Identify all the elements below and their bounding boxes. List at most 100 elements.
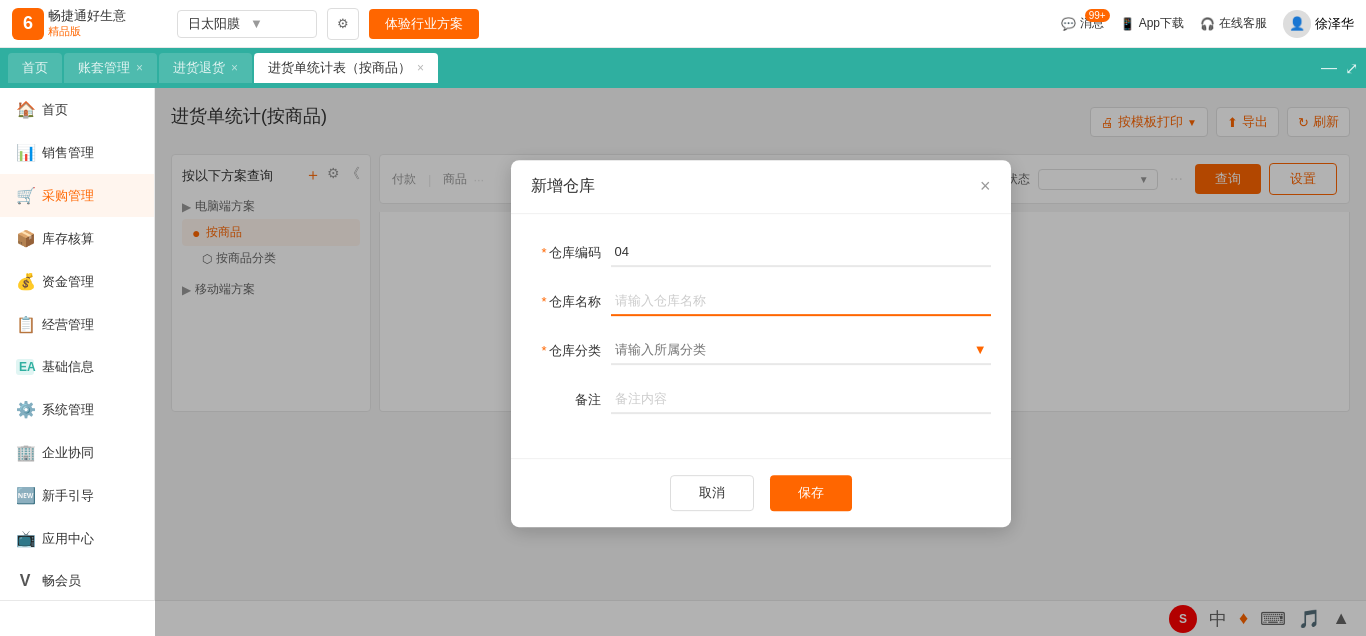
message-icon: 💬 (1061, 17, 1076, 31)
sidebar-finance-label: 资金管理 (42, 273, 94, 291)
logo-main: 畅捷通好生意 (48, 8, 126, 25)
sidebar-member-label: 畅会员 (42, 572, 81, 590)
logo-icon: 6 (12, 8, 44, 40)
logo-text: 畅捷通好生意 精品版 (48, 8, 126, 40)
sidebar-item-operations[interactable]: 📋 经营管理 (0, 303, 154, 346)
sidebar-beginner-label: 新手引导 (42, 487, 94, 505)
app-center-icon: 📺 (16, 529, 34, 548)
basic-info-icon: EA (16, 359, 34, 375)
code-label: *仓库编码 (531, 244, 611, 262)
sidebar-item-beginner[interactable]: 🆕 新手引导 (0, 474, 154, 517)
new-warehouse-modal: 新增仓库 × *仓库编码 *仓库名称 (511, 160, 1011, 527)
tab-purchase-return-label: 进货退货 (173, 59, 225, 77)
sidebar-item-basic-info[interactable]: EA 基础信息 (0, 346, 154, 388)
store-selector[interactable]: 日太阳膜 ▼ (177, 10, 317, 38)
tab-purchase-stats[interactable]: 进货单统计表（按商品） × (254, 53, 438, 83)
system-icon: ⚙️ (16, 400, 34, 419)
sidebar-purchase-label: 采购管理 (42, 187, 94, 205)
app-label: App下载 (1139, 15, 1184, 32)
sidebar-operations-label: 经营管理 (42, 316, 94, 334)
form-row-category: *仓库分类 ▼ (531, 336, 991, 365)
tab-accounts[interactable]: 账套管理 × (64, 53, 157, 83)
required-star-category: * (541, 343, 546, 358)
sidebar-sales-label: 销售管理 (42, 144, 94, 162)
sidebar-item-app-center[interactable]: 📺 应用中心 (0, 517, 154, 560)
modal-title: 新增仓库 (531, 176, 595, 197)
sidebar-home-label: 首页 (42, 101, 68, 119)
sidebar-inventory-label: 库存核算 (42, 230, 94, 248)
messages-badge: 99+ (1085, 9, 1110, 22)
avatar: 👤 (1283, 10, 1311, 38)
beginner-icon: 🆕 (16, 486, 34, 505)
category-input[interactable] (615, 342, 974, 357)
user-area[interactable]: 👤 徐泽华 (1283, 10, 1354, 38)
sidebar-item-inventory[interactable]: 📦 库存核算 (0, 217, 154, 260)
sidebar-item-home[interactable]: 🏠 首页 (0, 88, 154, 131)
headset-icon: 🎧 (1200, 17, 1215, 31)
logo-area: 6 畅捷通好生意 精品版 (12, 8, 167, 40)
form-row-note: 备注 (531, 385, 991, 414)
tab-bar-controls: — ⤢ (1321, 59, 1358, 78)
required-star-name: * (541, 294, 546, 309)
tab-purchase-return-close[interactable]: × (231, 61, 238, 75)
content-area: 进货单统计(按商品) 🖨 按模板打印 ▼ ⬆ 导出 ↻ 刷新 (155, 88, 1366, 636)
service-label: 在线客服 (1219, 15, 1267, 32)
sidebar-item-finance[interactable]: 💰 资金管理 (0, 260, 154, 303)
tab-purchase-stats-label: 进货单统计表（按商品） (268, 59, 411, 77)
category-select[interactable]: ▼ (611, 336, 991, 365)
store-name: 日太阳膜 (188, 15, 244, 33)
sidebar-item-member[interactable]: V 畅会员 (0, 560, 154, 602)
sidebar-item-enterprise[interactable]: 🏢 企业协同 (0, 431, 154, 474)
modal-close-icon[interactable]: × (980, 176, 991, 197)
form-row-name: *仓库名称 (531, 287, 991, 316)
cancel-button[interactable]: 取消 (670, 475, 754, 511)
sidebar-basic-info-label: 基础信息 (42, 358, 94, 376)
tab-home[interactable]: 首页 (8, 53, 62, 83)
app-download-item[interactable]: 📱 App下载 (1120, 15, 1184, 32)
tab-purchase-return[interactable]: 进货退货 × (159, 53, 252, 83)
messages-item[interactable]: 💬 消息 99+ (1061, 15, 1104, 32)
tab-minimize-icon[interactable]: — (1321, 59, 1337, 77)
tab-accounts-label: 账套管理 (78, 59, 130, 77)
sidebar-item-sales[interactable]: 📊 销售管理 (0, 131, 154, 174)
finance-icon: 💰 (16, 272, 34, 291)
tab-purchase-stats-close[interactable]: × (417, 61, 424, 75)
modal-footer: 取消 保存 (511, 458, 1011, 527)
sidebar-item-purchase[interactable]: 🛒 采购管理 (0, 174, 154, 217)
enterprise-icon: 🏢 (16, 443, 34, 462)
tab-home-label: 首页 (22, 59, 48, 77)
code-input[interactable] (611, 238, 991, 267)
sidebar-enterprise-label: 企业协同 (42, 444, 94, 462)
sidebar: 🏠 首页 📊 销售管理 🛒 采购管理 📦 库存核算 💰 资金管理 📋 经营管理 … (0, 88, 155, 636)
category-dropdown-arrow: ▼ (974, 342, 987, 357)
form-row-code: *仓库编码 (531, 238, 991, 267)
note-input[interactable] (611, 385, 991, 414)
sidebar-system-label: 系统管理 (42, 401, 94, 419)
home-icon: 🏠 (16, 100, 34, 119)
save-button[interactable]: 保存 (770, 475, 852, 511)
name-input[interactable] (611, 287, 991, 316)
sidebar-item-system[interactable]: ⚙️ 系统管理 (0, 388, 154, 431)
tab-bar: 首页 账套管理 × 进货退货 × 进货单统计表（按商品） × — ⤢ (0, 48, 1366, 88)
inventory-icon: 📦 (16, 229, 34, 248)
category-label: *仓库分类 (531, 342, 611, 360)
sales-icon: 📊 (16, 143, 34, 162)
note-label: 备注 (531, 391, 611, 409)
operations-icon: 📋 (16, 315, 34, 334)
sidebar-app-center-label: 应用中心 (42, 530, 94, 548)
tab-expand-icon[interactable]: ⤢ (1345, 59, 1358, 78)
service-item[interactable]: 🎧 在线客服 (1200, 15, 1267, 32)
header-right: 💬 消息 99+ 📱 App下载 🎧 在线客服 👤 徐泽华 (1061, 10, 1354, 38)
tab-accounts-close[interactable]: × (136, 61, 143, 75)
modal-header: 新增仓库 × (511, 160, 1011, 214)
member-icon: V (16, 572, 34, 590)
store-dropdown-arrow: ▼ (250, 16, 306, 31)
purchase-icon: 🛒 (16, 186, 34, 205)
top-header: 6 畅捷通好生意 精品版 日太阳膜 ▼ ⚙ 体验行业方案 💬 消息 99+ 📱 … (0, 0, 1366, 48)
name-label: *仓库名称 (531, 293, 611, 311)
settings-icon[interactable]: ⚙ (327, 8, 359, 40)
required-star-code: * (541, 245, 546, 260)
logo-sub: 精品版 (48, 24, 126, 39)
trial-button[interactable]: 体验行业方案 (369, 9, 479, 39)
user-name: 徐泽华 (1315, 15, 1354, 33)
